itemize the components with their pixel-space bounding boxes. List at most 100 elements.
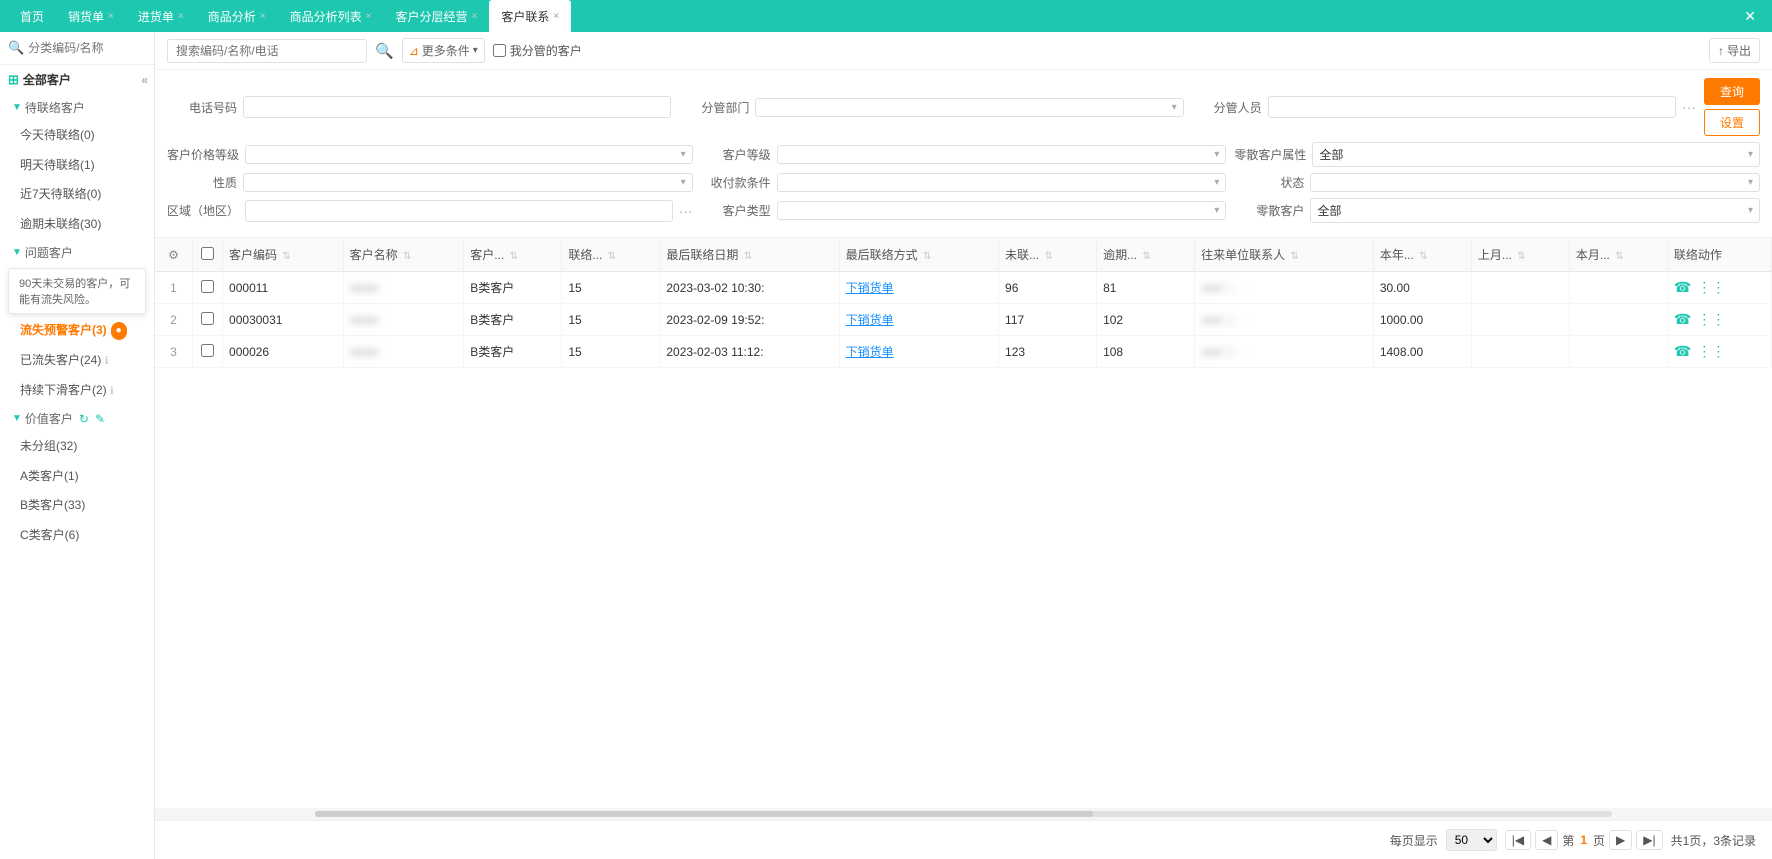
row-checkbox[interactable] (201, 344, 214, 357)
row-num: 2 (155, 304, 193, 336)
sidebar-search-input[interactable] (28, 41, 155, 55)
status-select[interactable]: ▾ (1310, 173, 1760, 192)
tab-product-list[interactable]: 商品分析列表 × (278, 0, 384, 32)
row-last-method[interactable]: 下销货单 (839, 272, 998, 304)
row-checkbox-cell[interactable] (193, 336, 223, 368)
tab-customer-contact[interactable]: 客户联系 × (489, 0, 571, 32)
sidebar-item-churned[interactable]: 已流失客户(24) ℹ (0, 346, 154, 376)
contact-icon[interactable]: ☎ (1674, 279, 1691, 296)
phone-input[interactable] (243, 96, 671, 118)
scatter-customer-label: 零散客户 (1234, 202, 1304, 219)
sidebar-item-churn-warning[interactable]: 流失预警客户(3) ● (0, 316, 154, 346)
sidebar-group-pending[interactable]: ▼ 待联络客户 (0, 94, 154, 121)
row-type: B类客户 (464, 272, 562, 304)
sidebar-group-value[interactable]: ▼ 价值客户 ↻ ✎ (0, 405, 154, 432)
tab-sales[interactable]: 销货单 × (56, 0, 126, 32)
nature-select[interactable]: ▾ (243, 173, 693, 192)
row-last-date: 2023-02-03 11:12: (660, 336, 839, 368)
row-actions: ☎ ⋮⋮ (1667, 272, 1771, 304)
advanced-filter-panel: 电话号码 分管部门 ▾ 分管人员 ··· 查询 设置 (155, 70, 1772, 238)
row-last-date: 2023-03-02 10:30: (660, 272, 839, 304)
page-size-select[interactable]: 50 100 200 (1446, 829, 1497, 851)
table-row: 1 000011 ■■■■ B类客户 15 2023-03-02 10:30: … (155, 272, 1772, 304)
contact-icon[interactable]: ☎ (1674, 311, 1691, 328)
row-last-method[interactable]: 下销货单 (839, 336, 998, 368)
page-first-button[interactable]: |◀ (1505, 830, 1531, 850)
customer-type-select[interactable]: ▾ (777, 201, 1227, 220)
tab-sales-close[interactable]: × (108, 11, 114, 22)
scatter-customer-select[interactable]: 全部 ▾ (1310, 198, 1760, 223)
export-button[interactable]: ↑ 导出 (1709, 38, 1760, 63)
price-tier-select[interactable]: ▾ (245, 145, 693, 164)
last-method-link[interactable]: 下销货单 (846, 313, 894, 327)
page-last-button[interactable]: ▶| (1636, 830, 1662, 850)
last-method-link[interactable]: 下销货单 (846, 345, 894, 359)
row-checkbox[interactable] (201, 312, 214, 325)
manager-input[interactable] (1268, 96, 1676, 118)
scrollbar-thumb[interactable] (315, 811, 1093, 817)
col-checkbox-header[interactable] (193, 238, 223, 272)
more-action-icon[interactable]: ⋮⋮ (1697, 311, 1725, 328)
window-close-button[interactable]: ✕ (1736, 8, 1764, 25)
search-input[interactable] (167, 39, 367, 63)
refresh-icon[interactable]: ↻ (79, 412, 89, 426)
manager-dots[interactable]: ··· (1682, 99, 1696, 115)
sidebar-collapse-icon[interactable]: « (141, 73, 148, 87)
tab-purchase[interactable]: 进货单 × (126, 0, 196, 32)
sidebar-all-customers[interactable]: ⊞ 全部客户 « (0, 65, 154, 94)
sidebar-item-b-class[interactable]: B类客户(33) (0, 491, 154, 521)
row-checkbox-cell[interactable] (193, 304, 223, 336)
adv-filter-row-1: 电话号码 分管部门 ▾ 分管人员 ··· 查询 设置 (167, 78, 1760, 136)
dept-select[interactable]: ▾ (755, 98, 1183, 117)
scatter-prop-select[interactable]: 全部 ▾ (1312, 142, 1760, 167)
select-all-checkbox[interactable] (201, 247, 214, 260)
my-customers-checkbox[interactable] (493, 44, 506, 57)
churn-warning-label: 流失预警客户(3) (20, 320, 107, 342)
sidebar-item-today[interactable]: 今天待联络(0) (0, 121, 154, 151)
search-button[interactable]: 🔍 (375, 42, 394, 60)
contact-icon[interactable]: ☎ (1674, 343, 1691, 360)
sidebar-item-7days[interactable]: 近7天待联络(0) (0, 180, 154, 210)
horizontal-scrollbar[interactable] (155, 808, 1772, 820)
data-table-container: ⚙ 客户编码 ⇅ 客户名称 ⇅ 客户... ⇅ 联络... ⇅ 最后联络日期 ⇅… (155, 238, 1772, 808)
region-dots[interactable]: ··· (679, 203, 693, 219)
customer-tier-label: 客户等级 (701, 146, 771, 163)
page-next-button[interactable]: ▶ (1609, 830, 1632, 850)
query-button[interactable]: 查询 (1704, 78, 1760, 105)
region-input[interactable] (245, 200, 673, 222)
my-customers-checkbox-area[interactable]: 我分管的客户 (493, 42, 582, 59)
tab-home[interactable]: 首页 (8, 0, 56, 32)
col-settings[interactable]: ⚙ (155, 238, 193, 272)
sidebar-item-declining[interactable]: 持续下滑客户(2) ℹ (0, 376, 154, 406)
sidebar-item-ungrouped[interactable]: 未分组(32) (0, 432, 154, 462)
row-contact: 15 (562, 272, 660, 304)
tab-product-list-close[interactable]: × (366, 11, 372, 22)
sidebar-item-a-class[interactable]: A类客户(1) (0, 462, 154, 492)
payment-select[interactable]: ▾ (777, 173, 1227, 192)
tab-customer-contact-close[interactable]: × (553, 11, 559, 22)
settings-button[interactable]: 设置 (1704, 109, 1760, 136)
tab-product-analysis[interactable]: 商品分析 × (196, 0, 278, 32)
more-action-icon[interactable]: ⋮⋮ (1697, 343, 1725, 360)
last-method-link[interactable]: 下销货单 (846, 281, 894, 295)
edit-icon[interactable]: ✎ (95, 412, 105, 426)
more-conditions-button[interactable]: ⊿ 更多条件 ▾ (402, 38, 485, 63)
row-last-method[interactable]: 下销货单 (839, 304, 998, 336)
tab-product-analysis-close[interactable]: × (260, 11, 266, 22)
sidebar-item-c-class[interactable]: C类客户(6) (0, 521, 154, 551)
col-this-year-header: 本年... ⇅ (1373, 238, 1471, 272)
row-code: 000011 (223, 272, 344, 304)
row-checkbox[interactable] (201, 280, 214, 293)
payment-label: 收付款条件 (701, 174, 771, 191)
tab-customer-tier-close[interactable]: × (471, 11, 477, 22)
row-overdue: 108 (1097, 336, 1195, 368)
sidebar-group-problem[interactable]: ▼ 问题客户 (0, 239, 154, 266)
sidebar-item-tomorrow[interactable]: 明天待联络(1) (0, 151, 154, 181)
sidebar-item-overdue[interactable]: 逾期未联络(30) (0, 210, 154, 240)
customer-tier-select[interactable]: ▾ (777, 145, 1227, 164)
more-action-icon[interactable]: ⋮⋮ (1697, 279, 1725, 296)
tab-purchase-close[interactable]: × (178, 11, 184, 22)
page-prev-button[interactable]: ◀ (1535, 830, 1558, 850)
tab-customer-tier[interactable]: 客户分层经营 × (383, 0, 489, 32)
row-checkbox-cell[interactable] (193, 272, 223, 304)
